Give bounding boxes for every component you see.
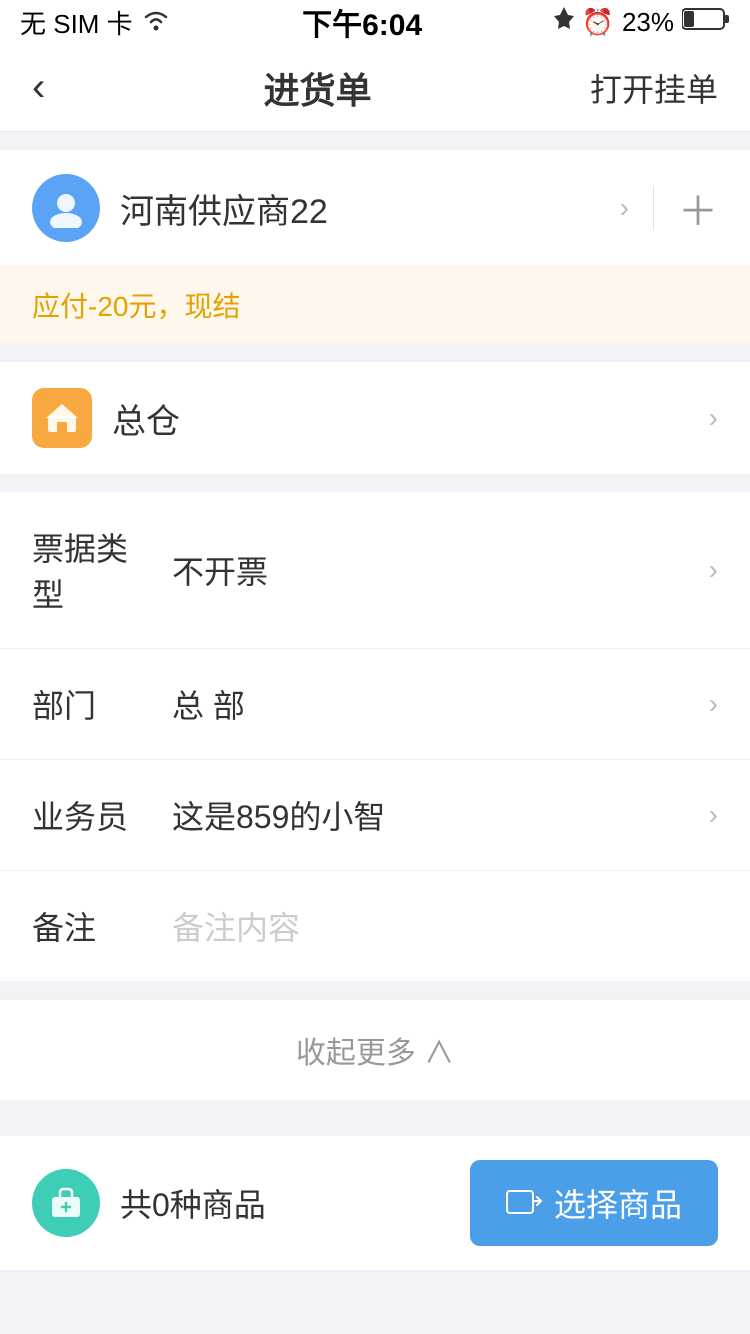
supplier-name: 河南供应商22 — [120, 184, 620, 233]
salesperson-chevron-icon: › — [709, 799, 718, 831]
select-product-label: 选择商品 — [554, 1180, 682, 1226]
product-bar: 共0种商品 选择商品 — [0, 1136, 750, 1270]
supplier-notice: 应付-20元，现结 — [0, 267, 750, 343]
add-supplier-button[interactable]: ＋ — [678, 179, 718, 237]
remark-row[interactable]: 备注 备注内容 — [0, 871, 750, 981]
collapse-section: 收起更多 ∧ — [0, 999, 750, 1100]
department-value: 总 部 — [172, 681, 709, 727]
supplier-section: 河南供应商22 › ＋ 应付-20元，现结 — [0, 150, 750, 343]
remark-placeholder[interactable]: 备注内容 — [172, 903, 718, 949]
warehouse-icon — [32, 388, 92, 448]
open-pending-button[interactable]: 打开挂单 — [590, 65, 718, 111]
warehouse-section: 总仓 › — [0, 361, 750, 474]
collapse-button[interactable]: 收起更多 ∧ — [296, 1028, 454, 1072]
product-icon — [32, 1169, 100, 1237]
department-chevron-icon: › — [709, 688, 718, 720]
salesperson-row[interactable]: 业务员 这是859的小智 › — [0, 760, 750, 871]
section-gap-2 — [0, 343, 750, 361]
form-section: 票据类型 不开票 › 部门 总 部 › 业务员 这是859的小智 › 备注 备注… — [0, 492, 750, 981]
status-bar: 无 SIM 卡 下午6:04 ⏰ 23% — [0, 0, 750, 44]
warehouse-row[interactable]: 总仓 › — [0, 361, 750, 474]
salesperson-label: 业务员 — [32, 792, 152, 838]
status-right: ⏰ 23% — [554, 7, 730, 38]
alarm-icon: ⏰ — [582, 7, 614, 38]
supplier-avatar — [32, 174, 100, 242]
back-button[interactable]: ‹ — [32, 65, 45, 110]
wifi-icon — [141, 7, 171, 38]
vertical-divider — [653, 186, 654, 230]
department-row[interactable]: 部门 总 部 › — [0, 649, 750, 760]
salesperson-value: 这是859的小智 — [172, 792, 709, 838]
sim-status: 无 SIM 卡 — [20, 4, 133, 41]
section-gap-1 — [0, 132, 750, 150]
battery-percent: 23% — [622, 7, 674, 38]
ticket-type-value: 不开票 — [172, 547, 709, 593]
nav-bar: ‹ 进货单 打开挂单 — [0, 44, 750, 132]
ticket-type-chevron-icon: › — [709, 554, 718, 586]
ticket-type-row[interactable]: 票据类型 不开票 › — [0, 492, 750, 649]
remark-label: 备注 — [32, 903, 152, 949]
section-gap-3 — [0, 1100, 750, 1118]
supplier-row[interactable]: 河南供应商22 › ＋ — [0, 150, 750, 267]
warehouse-name: 总仓 — [112, 394, 709, 443]
status-left: 无 SIM 卡 — [20, 4, 171, 41]
battery-icon — [682, 7, 730, 38]
page-title: 进货单 — [264, 62, 372, 114]
status-time: 下午6:04 — [302, 0, 422, 44]
warehouse-chevron-icon: › — [709, 402, 718, 434]
supplier-chevron-icon: › — [620, 192, 629, 224]
select-product-button[interactable]: 选择商品 — [470, 1160, 718, 1246]
department-label: 部门 — [32, 681, 152, 727]
ticket-type-label: 票据类型 — [32, 524, 152, 616]
location-icon — [554, 7, 574, 38]
product-count-label: 共0种商品 — [120, 1180, 470, 1226]
